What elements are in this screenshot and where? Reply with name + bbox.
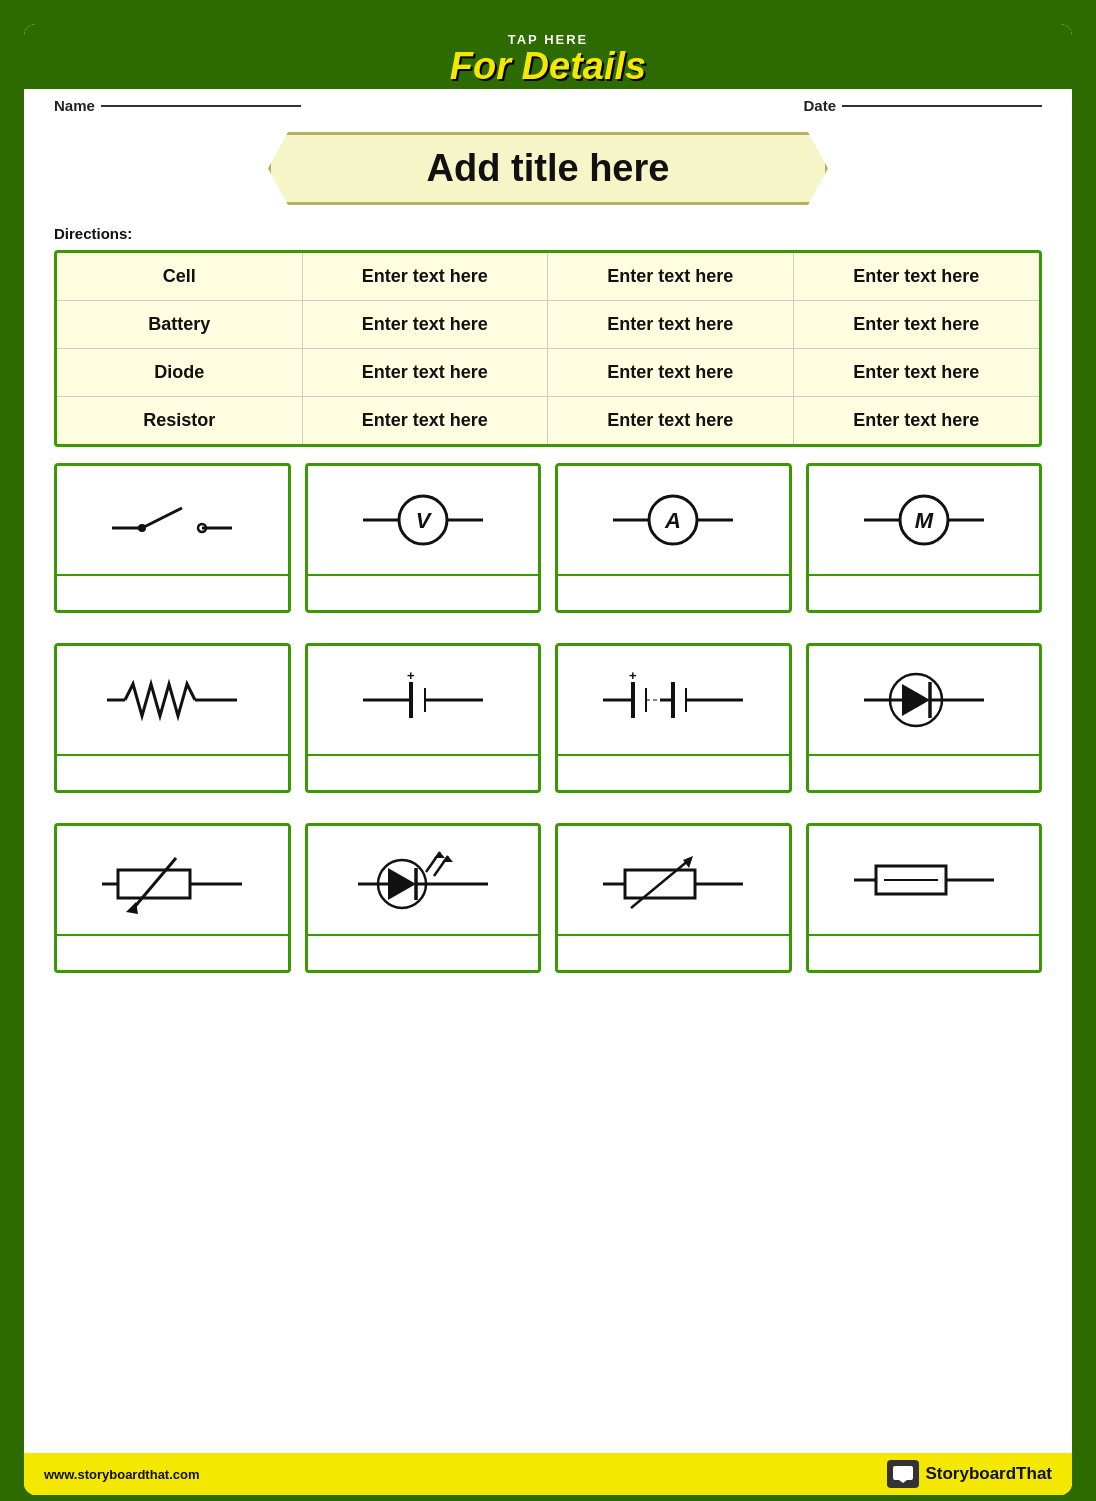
date-line (842, 105, 1042, 107)
legend-cell-1-3[interactable]: Enter text here (794, 301, 1040, 348)
symbol-image-voltmeter: V (308, 466, 539, 574)
symbol-label-diode[interactable] (809, 754, 1040, 790)
symbol-label-led[interactable] (308, 934, 539, 970)
legend-cell-1-1[interactable]: Enter text here (303, 301, 549, 348)
footer: www.storyboardthat.com StoryboardThat (24, 1453, 1072, 1495)
name-line (101, 105, 301, 107)
directions-label: Directions: (54, 225, 132, 242)
legend-cell-2-0: Diode (57, 349, 303, 396)
symbol-image-led (308, 826, 539, 934)
symbol-card-switch (54, 463, 291, 613)
for-details-title[interactable]: For Details (24, 47, 1072, 85)
svg-rect-61 (893, 1466, 913, 1480)
svg-line-55 (631, 860, 689, 908)
title-banner-wrap: Add title here (24, 122, 1072, 221)
legend-cell-1-0: Battery (57, 301, 303, 348)
symbol-image-resistor (57, 646, 288, 754)
svg-line-41 (132, 858, 176, 910)
header: TAP HERE For Details (24, 24, 1072, 89)
svg-text:M: M (915, 508, 934, 533)
legend-cell-0-0: Cell (57, 253, 303, 300)
symbol-card-cell: + (305, 643, 542, 793)
symbol-label-motor[interactable] (809, 574, 1040, 610)
symbol-section-2: + + (24, 643, 1072, 823)
date-field: Date (803, 97, 1042, 114)
name-date-row: Name Date (24, 89, 1072, 122)
svg-marker-44 (388, 868, 416, 900)
legend-row-1: Battery Enter text here Enter text here … (57, 301, 1039, 349)
symbol-label-ammeter[interactable] (558, 574, 789, 610)
symbol-card-motor: M (806, 463, 1043, 613)
symbol-image-fixed-resistor (809, 826, 1040, 934)
symbol-image-switch (57, 466, 288, 574)
legend-cell-0-2[interactable]: Enter text here (548, 253, 794, 300)
svg-marker-42 (126, 902, 138, 914)
symbol-label-resistor[interactable] (57, 754, 288, 790)
symbol-image-ammeter: A (558, 466, 789, 574)
symbol-image-battery: + (558, 646, 789, 754)
symbol-card-voltmeter: V (305, 463, 542, 613)
svg-marker-56 (683, 856, 693, 868)
legend-row-3: Resistor Enter text here Enter text here… (57, 397, 1039, 444)
legend-cell-0-3[interactable]: Enter text here (794, 253, 1040, 300)
symbol-card-battery: + (555, 643, 792, 793)
svg-point-3 (138, 524, 146, 532)
symbol-image-var-resistor (57, 826, 288, 934)
symbol-grid-2: + + (54, 643, 1042, 793)
legend-cell-3-2[interactable]: Enter text here (548, 397, 794, 444)
symbol-image-var-resistor2 (558, 826, 789, 934)
name-field: Name (54, 97, 301, 114)
symbol-label-var-resistor2[interactable] (558, 934, 789, 970)
symbol-card-ammeter: A (555, 463, 792, 613)
footer-url: www.storyboardthat.com (44, 1467, 200, 1482)
symbol-label-switch[interactable] (57, 574, 288, 610)
symbol-image-cell: + (308, 646, 539, 754)
symbol-label-cell[interactable] (308, 754, 539, 790)
symbol-label-battery[interactable] (558, 754, 789, 790)
legend-table: Cell Enter text here Enter text here Ent… (54, 250, 1042, 447)
symbol-image-motor: M (809, 466, 1040, 574)
svg-marker-34 (902, 684, 930, 716)
symbol-section-1: V A (24, 463, 1072, 643)
name-label: Name (54, 97, 95, 114)
symbol-card-var-resistor2 (555, 823, 792, 973)
legend-cell-2-2[interactable]: Enter text here (548, 349, 794, 396)
title-banner[interactable]: Add title here (268, 132, 828, 205)
legend-row-0: Cell Enter text here Enter text here Ent… (57, 253, 1039, 301)
legend-cell-0-1[interactable]: Enter text here (303, 253, 549, 300)
symbol-label-var-resistor[interactable] (57, 934, 288, 970)
main-container: TAP HERE For Details Name Date Add title… (18, 18, 1078, 1501)
svg-text:V: V (415, 508, 432, 533)
symbol-section-3 (24, 823, 1072, 1003)
legend-cell-3-0: Resistor (57, 397, 303, 444)
legend-cell-1-2[interactable]: Enter text here (548, 301, 794, 348)
date-label: Date (803, 97, 836, 114)
legend-cell-3-1[interactable]: Enter text here (303, 397, 549, 444)
symbol-card-resistor (54, 643, 291, 793)
svg-text:A: A (664, 508, 681, 533)
svg-text:+: + (629, 670, 637, 683)
symbol-label-fixed-resistor[interactable] (809, 934, 1040, 970)
legend-row-2: Diode Enter text here Enter text here En… (57, 349, 1039, 397)
svg-text:+: + (407, 670, 415, 683)
symbol-label-voltmeter[interactable] (308, 574, 539, 610)
footer-brand: StoryboardThat (925, 1464, 1052, 1484)
symbol-card-led (305, 823, 542, 973)
svg-marker-49 (434, 852, 445, 858)
symbol-card-fixed-resistor (806, 823, 1043, 973)
svg-line-1 (142, 508, 182, 528)
title-text: Add title here (427, 147, 670, 189)
symbol-image-diode (809, 646, 1040, 754)
legend-cell-2-1[interactable]: Enter text here (303, 349, 549, 396)
footer-logo: StoryboardThat (887, 1460, 1052, 1488)
symbol-grid-3 (54, 823, 1042, 973)
symbol-card-diode (806, 643, 1043, 793)
svg-marker-62 (899, 1480, 907, 1483)
symbol-grid-1: V A (54, 463, 1042, 613)
legend-cell-2-3[interactable]: Enter text here (794, 349, 1040, 396)
storyboard-icon (887, 1460, 919, 1488)
legend-cell-3-3[interactable]: Enter text here (794, 397, 1040, 444)
symbol-card-var-resistor (54, 823, 291, 973)
directions: Directions: (24, 221, 1072, 250)
